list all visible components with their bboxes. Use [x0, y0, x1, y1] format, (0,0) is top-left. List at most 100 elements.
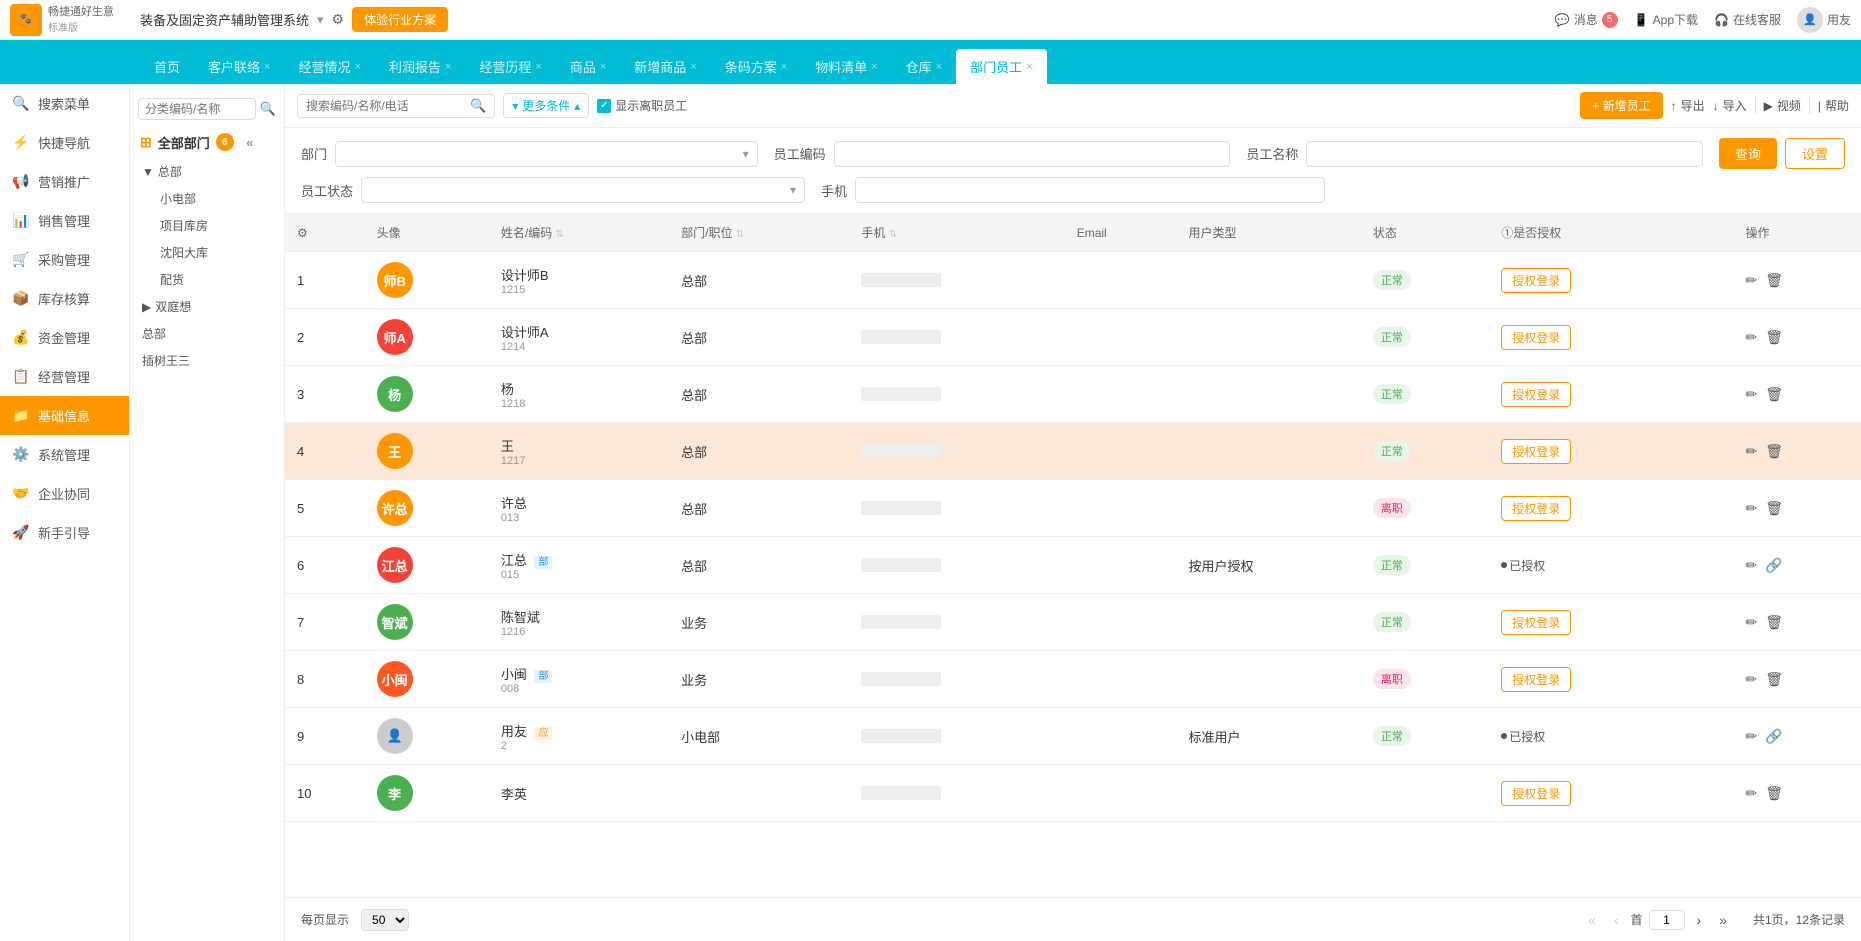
page-size-select[interactable]: 50	[361, 909, 409, 931]
dept-item-head[interactable]: ▼ 总部	[134, 158, 280, 185]
edit-button[interactable]: ✏	[1746, 500, 1758, 517]
export-button[interactable]: ↑ 导出	[1671, 97, 1705, 114]
tab-department[interactable]: 部门员工 ×	[956, 49, 1046, 84]
close-icon[interactable]: ×	[445, 61, 451, 73]
tab-home[interactable]: 首页	[140, 49, 194, 84]
online-service-button[interactable]: 🎧 在线客服	[1714, 11, 1781, 28]
auth-login-button[interactable]: 授权登录	[1501, 439, 1571, 464]
close-icon[interactable]: ×	[535, 61, 541, 73]
last-page-button[interactable]: »	[1713, 910, 1733, 930]
view-button[interactable]: ▶ 视频	[1764, 97, 1801, 114]
close-icon[interactable]: ×	[264, 61, 270, 73]
dept-collapse-btn[interactable]: «	[240, 132, 260, 152]
edit-button[interactable]: ✏	[1746, 671, 1758, 688]
tab-goods[interactable]: 商品 ×	[556, 49, 620, 84]
edit-button[interactable]: ✏	[1746, 614, 1758, 631]
sidebar-item-manage[interactable]: 📋 经营管理	[0, 357, 129, 396]
close-icon[interactable]: ×	[1026, 61, 1032, 73]
close-icon[interactable]: ×	[600, 61, 606, 73]
col-settings[interactable]: ⚙	[285, 214, 365, 252]
sidebar-item-collab[interactable]: 🤝 企业协同	[0, 474, 129, 513]
sidebar-item-system[interactable]: ⚙️ 系统管理	[0, 435, 129, 474]
delete-button[interactable]: 🗑	[1765, 329, 1783, 346]
prev-page-button[interactable]: ‹	[1608, 910, 1625, 930]
tab-bom[interactable]: 物料清单 ×	[801, 49, 891, 84]
user-menu[interactable]: 👤 用友	[1797, 7, 1851, 33]
sidebar-item-nav[interactable]: ⚡ 快捷导航	[0, 123, 129, 162]
delete-button[interactable]: 🗑	[1765, 386, 1783, 403]
sidebar-item-purchase[interactable]: 🛒 采购管理	[0, 240, 129, 279]
col-dept[interactable]: 部门/职位 ⇅	[669, 214, 849, 252]
delete-button[interactable]: 🔗	[1765, 557, 1782, 574]
search-input[interactable]	[306, 99, 466, 113]
chevron-down-icon[interactable]: ▾	[317, 12, 324, 28]
tab-customer[interactable]: 客户联络 ×	[194, 49, 284, 84]
next-page-button[interactable]: ›	[1691, 910, 1708, 930]
tab-profit[interactable]: 利润报告 ×	[375, 49, 465, 84]
add-employee-button[interactable]: + 新增员工	[1580, 92, 1662, 119]
close-icon[interactable]: ×	[690, 61, 696, 73]
more-filter-button[interactable]: ▾ 更多条件 ▴	[503, 93, 589, 118]
dept-item-small-elec[interactable]: 小电部	[152, 185, 280, 212]
edit-button[interactable]: ✏	[1746, 272, 1758, 289]
delete-button[interactable]: 🗑	[1765, 272, 1783, 289]
edit-button[interactable]: ✏	[1746, 728, 1758, 745]
dept-item-shuangting[interactable]: ▶ 双庭想	[134, 293, 280, 320]
dept-item-insert[interactable]: 插树王三	[134, 347, 280, 374]
tab-add-goods[interactable]: 新增商品 ×	[620, 49, 710, 84]
sidebar-item-inventory[interactable]: 📦 库存核算	[0, 279, 129, 318]
help-button[interactable]: | 帮助	[1818, 97, 1849, 114]
col-phone[interactable]: 手机 ⇅	[849, 214, 1064, 252]
dept-item-general[interactable]: 总部	[134, 320, 280, 347]
delete-button[interactable]: 🗑	[1765, 443, 1783, 460]
auth-login-button[interactable]: 授权登录	[1501, 496, 1571, 521]
delete-button[interactable]: 🗑	[1765, 500, 1783, 517]
show-leave-checkbox[interactable]: ✓ 显示离职员工	[597, 97, 687, 114]
tab-barcode[interactable]: 条码方案 ×	[711, 49, 801, 84]
close-icon[interactable]: ×	[354, 61, 360, 73]
set-button[interactable]: 设置	[1785, 138, 1845, 169]
edit-button[interactable]: ✏	[1746, 329, 1758, 346]
first-page-button[interactable]: «	[1582, 910, 1602, 930]
message-button[interactable]: 💬 消息 5	[1555, 11, 1618, 28]
sidebar-item-finance[interactable]: 💰 资金管理	[0, 318, 129, 357]
dept-item-distribution[interactable]: 配货	[152, 266, 280, 293]
sidebar-item-marketing[interactable]: 📢 营销推广	[0, 162, 129, 201]
status-select[interactable]: ▾	[361, 177, 805, 203]
emp-code-input[interactable]	[834, 141, 1231, 167]
emp-name-input[interactable]	[1306, 141, 1703, 167]
close-icon[interactable]: ×	[936, 61, 942, 73]
delete-button[interactable]: 🗑	[1765, 614, 1783, 631]
delete-button[interactable]: 🗑	[1765, 671, 1783, 688]
edit-button[interactable]: ✏	[1746, 443, 1758, 460]
sidebar-item-sales[interactable]: 📊 销售管理	[0, 201, 129, 240]
tab-history[interactable]: 经营历程 ×	[465, 49, 555, 84]
delete-button[interactable]: 🔗	[1765, 728, 1782, 745]
dept-item-shenyang[interactable]: 沈阳大库	[152, 239, 280, 266]
gear-icon[interactable]: ⚙	[332, 11, 345, 28]
phone-input[interactable]	[855, 177, 1325, 203]
tab-warehouse[interactable]: 仓库 ×	[892, 49, 956, 84]
query-button[interactable]: 查询	[1719, 138, 1777, 169]
sidebar-item-search[interactable]: 🔍 搜索菜单	[0, 84, 129, 123]
sidebar-item-guide[interactable]: 🚀 新手引导	[0, 513, 129, 552]
close-icon[interactable]: ×	[871, 61, 877, 73]
edit-button[interactable]: ✏	[1746, 386, 1758, 403]
trial-button[interactable]: 体验行业方案	[352, 7, 448, 32]
auth-login-button[interactable]: 授权登录	[1501, 667, 1571, 692]
page-number-input[interactable]	[1649, 910, 1685, 930]
auth-login-button[interactable]: 授权登录	[1501, 781, 1571, 806]
edit-button[interactable]: ✏	[1746, 785, 1758, 802]
dept-select[interactable]: ▾	[335, 141, 758, 167]
delete-button[interactable]: 🗑	[1765, 785, 1783, 802]
dept-search-input[interactable]	[138, 98, 256, 120]
dept-item-project[interactable]: 项目库房	[152, 212, 280, 239]
app-download-button[interactable]: 📱 App下载	[1634, 11, 1698, 28]
edit-button[interactable]: ✏	[1746, 557, 1758, 574]
col-name[interactable]: 姓名/编码 ⇅	[489, 214, 669, 252]
close-icon[interactable]: ×	[781, 61, 787, 73]
tab-operation[interactable]: 经营情况 ×	[284, 49, 374, 84]
sidebar-item-basic[interactable]: 📁 基础信息	[0, 396, 129, 435]
auth-login-button[interactable]: 授权登录	[1501, 382, 1571, 407]
auth-login-button[interactable]: 授权登录	[1501, 268, 1571, 293]
